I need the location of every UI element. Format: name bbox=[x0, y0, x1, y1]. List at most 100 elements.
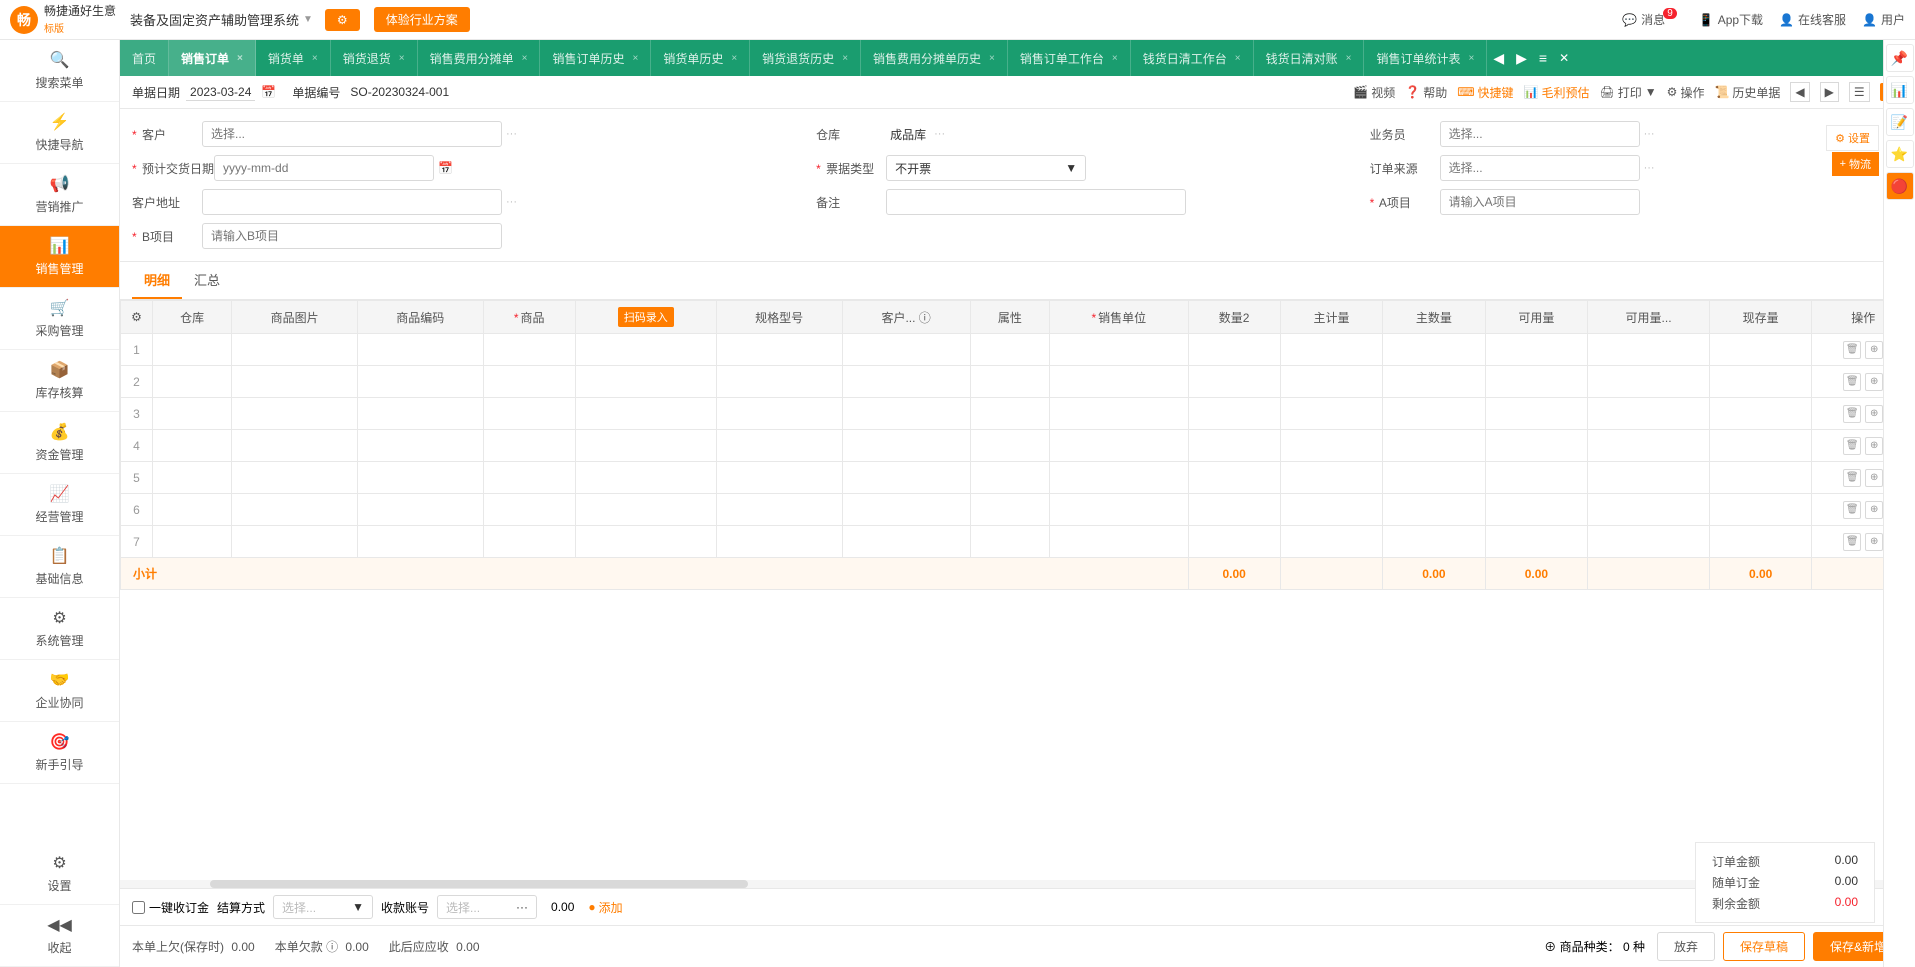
row-warehouse[interactable] bbox=[153, 334, 232, 366]
tab-daily-workbench[interactable]: 钱货日清工作台 × bbox=[1131, 40, 1254, 76]
sidebar-item-basicinfo[interactable]: 📋 基础信息 bbox=[0, 536, 119, 598]
row-copy-btn[interactable]: ⊕ bbox=[1865, 373, 1883, 391]
row-attr[interactable] bbox=[970, 366, 1049, 398]
row-copy-btn[interactable]: ⊕ bbox=[1865, 341, 1883, 359]
industry-btn[interactable]: 体验行业方案 bbox=[374, 7, 470, 32]
customer-more-btn[interactable]: ··· bbox=[506, 128, 517, 140]
row-copy-btn[interactable]: ⊕ bbox=[1865, 437, 1883, 455]
gear-settings-btn[interactable]: ⚙ bbox=[325, 9, 360, 31]
tab-order-history[interactable]: 销售订单历史 × bbox=[540, 40, 651, 76]
row-copy-btn[interactable]: ⊕ bbox=[1865, 533, 1883, 551]
right-panel-note-btn[interactable]: 📝 bbox=[1886, 108, 1914, 136]
right-panel-pin-btn[interactable]: 📌 bbox=[1886, 44, 1914, 72]
save-draft-btn[interactable]: 保存草稿 bbox=[1723, 932, 1805, 961]
tab-daily-workbench-close[interactable]: × bbox=[1235, 53, 1241, 64]
title-dropdown-icon[interactable]: ▼ bbox=[303, 14, 313, 25]
tab-detail[interactable]: 明细 bbox=[132, 262, 182, 299]
tab-sales-order-close[interactable]: × bbox=[237, 53, 243, 64]
sidebar-item-guide[interactable]: 🎯 新手引导 bbox=[0, 722, 119, 784]
nav-prev-record[interactable]: ◀ bbox=[1790, 82, 1809, 102]
right-panel-alert-btn[interactable]: 🔴 bbox=[1886, 172, 1914, 200]
one-click-checkbox-label[interactable]: 一键收订金 bbox=[132, 899, 209, 916]
b-project-input[interactable] bbox=[202, 223, 502, 249]
shortcut-btn[interactable]: ⌨ 快捷键 bbox=[1457, 84, 1513, 101]
row-product[interactable] bbox=[483, 334, 575, 366]
row-customer-code[interactable] bbox=[842, 334, 970, 366]
row-copy-btn[interactable]: ⊕ bbox=[1865, 501, 1883, 519]
print-btn[interactable]: 🖨 打印 ▼ bbox=[1600, 84, 1657, 101]
add-btn[interactable]: ● 添加 bbox=[588, 899, 622, 916]
row-qty2[interactable] bbox=[1188, 366, 1280, 398]
tab-invoice-history[interactable]: 销货单历史 × bbox=[651, 40, 750, 76]
row-delete-btn[interactable]: 🗑 bbox=[1843, 341, 1861, 359]
sidebar-item-marketing[interactable]: 📢 营销推广 bbox=[0, 164, 119, 226]
one-click-checkbox[interactable] bbox=[132, 901, 145, 914]
row-spec[interactable] bbox=[716, 334, 842, 366]
sidebar-settings-btn[interactable]: ⚙ 设置 bbox=[0, 843, 119, 905]
tab-nav-prev[interactable]: ◀ bbox=[1487, 50, 1510, 67]
right-panel-star-btn[interactable]: ⭐ bbox=[1886, 140, 1914, 168]
tab-home[interactable]: 首页 bbox=[120, 40, 169, 76]
right-panel-table-btn[interactable]: 📊 bbox=[1886, 76, 1914, 104]
single-date-value[interactable]: 2023-03-24 bbox=[186, 84, 255, 101]
sidebar-item-finance[interactable]: 💰 资金管理 bbox=[0, 412, 119, 474]
remark-input[interactable] bbox=[886, 189, 1186, 215]
tab-nav-close-all[interactable]: ✕ bbox=[1553, 51, 1575, 65]
row-delete-btn[interactable]: 🗑 bbox=[1843, 533, 1861, 551]
print-dropdown-icon[interactable]: ▼ bbox=[1645, 85, 1657, 99]
row-warehouse[interactable] bbox=[153, 366, 232, 398]
row-main-qty[interactable] bbox=[1383, 334, 1485, 366]
warehouse-more-btn[interactable]: ··· bbox=[934, 128, 945, 140]
user-avatar-item[interactable]: 👤 用户 bbox=[1862, 11, 1905, 28]
discard-btn[interactable]: 放弃 bbox=[1657, 932, 1715, 961]
delivery-calendar-icon[interactable]: 📅 bbox=[438, 161, 453, 175]
row-attr[interactable] bbox=[970, 334, 1049, 366]
notification-item[interactable]: 💬 消息 9 bbox=[1622, 11, 1683, 28]
tab-nav-expand[interactable]: ≡ bbox=[1533, 50, 1553, 66]
history-btn[interactable]: 📜 历史单据 bbox=[1714, 84, 1780, 101]
sidebar-item-sales[interactable]: 📊 销售管理 bbox=[0, 226, 119, 288]
row-copy-btn[interactable]: ⊕ bbox=[1865, 405, 1883, 423]
tab-return-history[interactable]: 销货退货历史 × bbox=[750, 40, 861, 76]
tab-sales-invoice[interactable]: 销货单 × bbox=[256, 40, 331, 76]
row-delete-btn[interactable]: 🗑 bbox=[1843, 469, 1861, 487]
help-btn[interactable]: ❓ 帮助 bbox=[1405, 84, 1447, 101]
current-debt-info-icon[interactable]: ⓘ bbox=[326, 940, 338, 954]
tab-sales-fee[interactable]: 销售费用分摊单 × bbox=[418, 40, 541, 76]
address-more-btn[interactable]: ··· bbox=[506, 196, 517, 208]
order-source-more-btn[interactable]: ··· bbox=[1644, 162, 1655, 174]
tab-reconcile-close[interactable]: × bbox=[1346, 53, 1352, 64]
tab-sales-invoice-close[interactable]: × bbox=[312, 53, 318, 64]
address-input[interactable] bbox=[202, 189, 502, 215]
tab-order-workbench-close[interactable]: × bbox=[1112, 53, 1118, 64]
order-source-input[interactable] bbox=[1440, 155, 1640, 181]
tab-order-workbench[interactable]: 销售订单工作台 × bbox=[1008, 40, 1131, 76]
nav-next-record[interactable]: ▶ bbox=[1820, 82, 1839, 102]
sidebar-item-quicknav[interactable]: ⚡ 快捷导航 bbox=[0, 102, 119, 164]
tab-stats-close[interactable]: × bbox=[1468, 53, 1474, 64]
row-spec[interactable] bbox=[716, 366, 842, 398]
row-copy-btn[interactable]: ⊕ bbox=[1865, 469, 1883, 487]
row-qty2[interactable] bbox=[1188, 334, 1280, 366]
view-btn[interactable]: 🎬 视频 bbox=[1353, 84, 1395, 101]
tab-fee-history-close[interactable]: × bbox=[989, 53, 995, 64]
sidebar-item-purchase[interactable]: 🛒 采购管理 bbox=[0, 288, 119, 350]
tab-fee-history[interactable]: 销售费用分摊单历史 × bbox=[861, 40, 1008, 76]
tab-sales-fee-close[interactable]: × bbox=[522, 53, 528, 64]
tab-invoice-history-close[interactable]: × bbox=[731, 53, 737, 64]
row-unit[interactable] bbox=[1050, 366, 1189, 398]
calendar-icon[interactable]: 📅 bbox=[261, 85, 276, 99]
operation-btn[interactable]: ⚙ 操作 bbox=[1667, 84, 1705, 101]
sidebar-collapse-btn[interactable]: ◀◀ 收起 bbox=[0, 905, 119, 967]
sidebar-item-system[interactable]: ⚙ 系统管理 bbox=[0, 598, 119, 660]
account-select[interactable]: 选择... ··· bbox=[437, 895, 537, 919]
row-code[interactable] bbox=[357, 366, 483, 398]
row-product[interactable] bbox=[483, 366, 575, 398]
sidebar-item-cooperation[interactable]: 🤝 企业协同 bbox=[0, 660, 119, 722]
tab-order-history-close[interactable]: × bbox=[632, 53, 638, 64]
tab-sales-return[interactable]: 销货退货 × bbox=[331, 40, 418, 76]
tab-sales-return-close[interactable]: × bbox=[399, 53, 405, 64]
tab-reconcile[interactable]: 钱货日清对账 × bbox=[1254, 40, 1365, 76]
a-project-input[interactable] bbox=[1440, 189, 1640, 215]
row-customer-code[interactable] bbox=[842, 366, 970, 398]
